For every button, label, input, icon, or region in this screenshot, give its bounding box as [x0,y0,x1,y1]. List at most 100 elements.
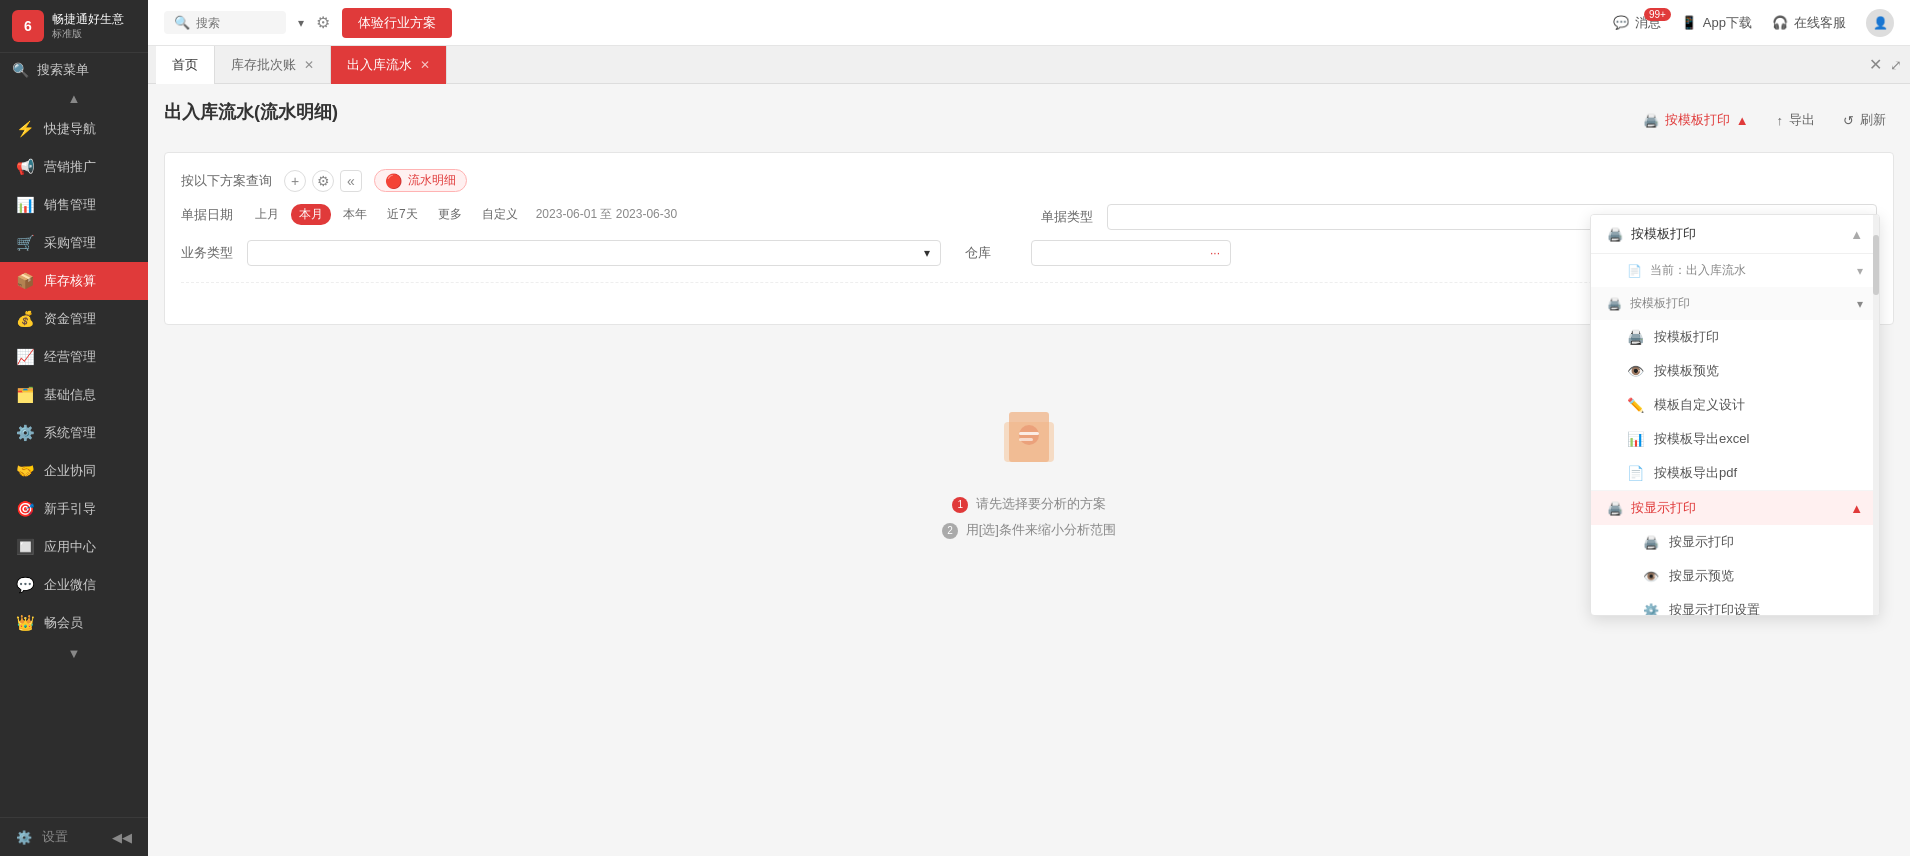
empty-hint-1: 1 请先选择要分析的方案 [952,495,1106,513]
page-content-area: 出入库流水(流水明细) 🖨️ 按模板打印 ▲ ↑ 导出 ↺ 刷新 [148,84,1910,856]
sidebar-logo: 6 畅捷通好生意 标准版 [0,0,148,53]
app-name: 畅捷通好生意 标准版 [52,12,124,41]
inventory-icon: 📦 [16,272,34,290]
topbar-search-box[interactable]: 🔍 [164,11,286,34]
display-print-section-header[interactable]: 🖨️ 按显示打印 ▲ [1591,491,1879,525]
sidebar-item-system[interactable]: ⚙️ 系统管理 [0,414,148,452]
sidebar-item-corp-wechat[interactable]: 💬 企业微信 [0,566,148,604]
refresh-btn[interactable]: ↺ 刷新 [1835,107,1894,133]
excel-icon: 📊 [1627,431,1644,447]
filter-chip[interactable]: 🔴 流水明细 [374,169,467,192]
shortcut-custom[interactable]: 自定义 [474,204,526,225]
sidebar-item-finance[interactable]: 💰 资金管理 [0,300,148,338]
warehouse-label: 仓库 [965,244,1021,262]
business-type-label: 业务类型 [181,244,237,262]
sidebar-search[interactable]: 🔍 搜索菜单 [0,53,148,87]
tab-inout-flow[interactable]: 出入库流水 ✕ [331,46,447,84]
dropdown-collapse-btn[interactable]: ▲ [1850,227,1863,242]
display-print-settings-item[interactable]: ⚙️ 按显示打印设置 [1591,593,1879,615]
svg-rect-3 [1019,432,1039,435]
section1-chevron: ▾ [1857,297,1863,311]
export-btn[interactable]: ↑ 导出 [1769,107,1824,133]
shortcut-7-days[interactable]: 近7天 [379,204,426,225]
display-print-icon: 🖨️ [1643,535,1659,550]
business-type-select[interactable]: ▾ [247,240,941,266]
current-template-label: 当前：出入库流水 [1650,262,1746,279]
tab-home[interactable]: 首页 [156,46,215,84]
current-template-row: 📄 当前：出入库流水 ▾ [1591,254,1879,287]
template-export-pdf-item[interactable]: 📄 按模板导出pdf [1591,456,1879,490]
sidebar-item-marketing[interactable]: 📢 营销推广 [0,148,148,186]
main-content: 🔍 ▾ ⚙ 体验行业方案 💬 消息 99+ 📱 App下载 🎧 在线客服 [148,0,1910,856]
app-download-btn[interactable]: 📱 App下载 [1681,14,1752,32]
sidebar-item-inventory[interactable]: 📦 库存核算 [0,262,148,300]
sidebar-item-quick-nav[interactable]: ⚡ 快捷导航 [0,110,148,148]
template-preview-item[interactable]: 👁️ 按模板预览 [1591,354,1879,388]
headset-icon: 🎧 [1772,15,1788,30]
sidebar-item-base-info[interactable]: 🗂️ 基础信息 [0,376,148,414]
tab-close-inventory-batch[interactable]: ✕ [304,58,314,72]
maximize-button[interactable]: ⤢ [1890,57,1902,73]
filter-collapse-button[interactable]: « [340,170,362,192]
filter-settings-button[interactable]: ⚙ [312,170,334,192]
topbar-right: 💬 消息 99+ 📱 App下载 🎧 在线客服 👤 [1613,9,1894,37]
warehouse-more-icon[interactable]: ··· [1210,246,1220,260]
shortcut-more[interactable]: 更多 [430,204,470,225]
sidebar-scroll-up[interactable]: ▲ [0,87,148,110]
filter-chip-label: 流水明细 [408,172,456,189]
template-export-excel-item[interactable]: 📊 按模板导出excel [1591,422,1879,456]
sidebar-item-purchase[interactable]: 🛒 采购管理 [0,224,148,262]
search-icon: 🔍 [12,62,29,78]
template-print-item[interactable]: 🖨️ 按模板打印 [1591,320,1879,354]
vip-icon: 👑 [16,614,34,632]
sidebar-item-app-center[interactable]: 🔲 应用中心 [0,528,148,566]
online-service-btn[interactable]: 🎧 在线客服 [1772,14,1846,32]
sidebar-item-beginner[interactable]: 🎯 新手引导 [0,490,148,528]
filter-top-row: 按以下方案查询 + ⚙ « 🔴 流水明细 [181,169,1877,192]
marketing-icon: 📢 [16,158,34,176]
sidebar-item-corp-partner[interactable]: 🤝 企业协同 [0,452,148,490]
message-btn[interactable]: 💬 消息 99+ [1613,14,1661,32]
tab-close-inout-flow[interactable]: ✕ [420,58,430,72]
template-custom-design-item[interactable]: ✏️ 模板自定义设计 [1591,388,1879,422]
template-print-section-header[interactable]: 🖨️ 按模板打印 ▾ [1591,287,1879,320]
corp-partner-icon: 🤝 [16,462,34,480]
industry-solution-button[interactable]: 体验行业方案 [342,8,452,38]
message-icon: 💬 [1613,15,1629,30]
print-template-btn[interactable]: 🖨️ 按模板打印 ▲ [1635,107,1757,133]
filter-add-button[interactable]: + [284,170,306,192]
sidebar-item-sales[interactable]: 📊 销售管理 [0,186,148,224]
display-preview-item[interactable]: 👁️ 按显示预览 [1591,559,1879,593]
topbar-dropdown[interactable]: ▾ [298,16,304,30]
finance-icon: 💰 [16,310,34,328]
warehouse-select[interactable]: ··· [1031,240,1231,266]
sidebar-item-operations[interactable]: 📈 经营管理 [0,338,148,376]
corp-wechat-icon: 💬 [16,576,34,594]
hint-num-1: 1 [952,497,968,513]
topbar-search-input[interactable] [196,16,276,30]
sidebar-bottom[interactable]: ⚙️ 设置 ◀◀ [0,817,148,856]
section2-chevron: ▲ [1850,501,1863,516]
sidebar-item-vip[interactable]: 👑 畅会员 [0,604,148,642]
tab-inventory-batch[interactable]: 库存批次账 ✕ [215,46,331,84]
section2-icon: 🖨️ [1607,501,1623,516]
print-icon: 🖨️ [1643,113,1659,128]
quick-nav-icon: ⚡ [16,120,34,138]
shortcut-last-month[interactable]: 上月 [247,204,287,225]
page-header-actions: 🖨️ 按模板打印 ▲ ↑ 导出 ↺ 刷新 [1635,107,1894,133]
topbar-settings-btn[interactable]: ⚙ [316,13,330,32]
empty-hint-2: 2 用[选]条件来缩小分析范围 [942,521,1116,539]
close-all-tabs-button[interactable]: ✕ [1869,55,1882,74]
filter-business-type-field: 业务类型 ▾ [181,240,941,266]
system-icon: ⚙️ [16,424,34,442]
display-print-item[interactable]: 🖨️ 按显示打印 [1591,525,1879,559]
shortcut-this-year[interactable]: 本年 [335,204,375,225]
settings-bottom-icon: ⚙️ [16,830,32,845]
shortcut-this-month[interactable]: 本月 [291,204,331,225]
current-template-icon: 📄 [1627,264,1642,278]
filter-date-field: 单据日期 上月 本月 本年 近7天 更多 自定义 2023-06-01 至 20… [181,204,1017,225]
template-print-icon: 🖨️ [1627,329,1644,345]
user-avatar[interactable]: 👤 [1866,9,1894,37]
date-shortcuts: 上月 本月 本年 近7天 更多 自定义 [247,204,526,225]
sidebar-scroll-down[interactable]: ▼ [0,642,148,665]
